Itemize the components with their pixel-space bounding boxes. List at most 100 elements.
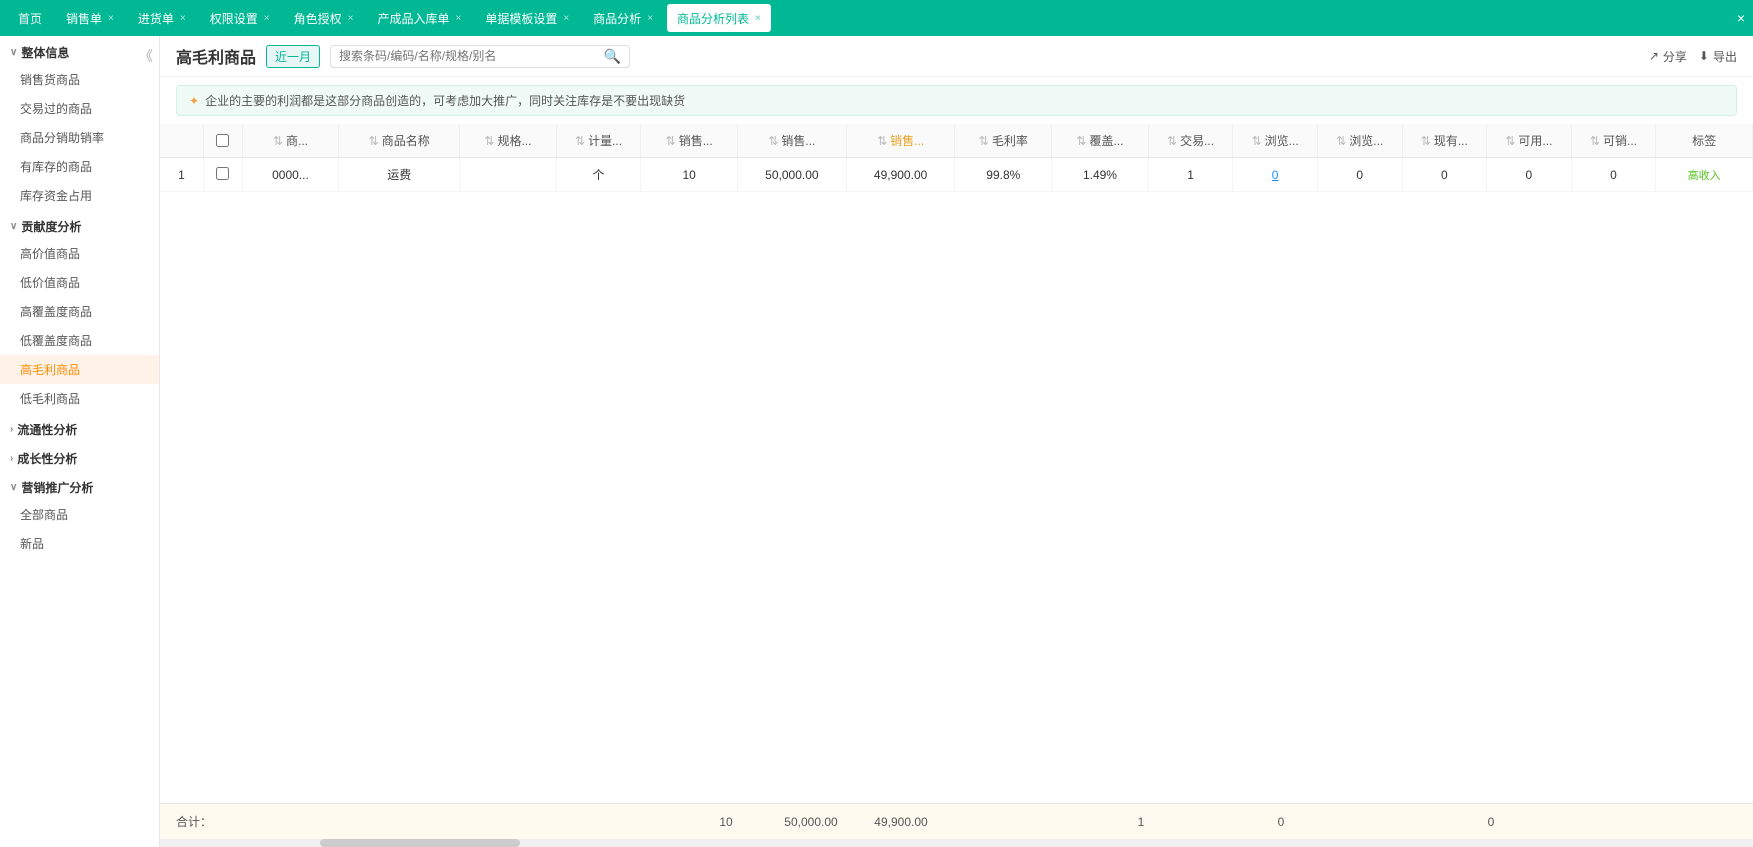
tab-sales-label: 销售单 xyxy=(66,10,102,27)
tab-purchase-label: 进货单 xyxy=(138,10,174,27)
sidebar-group-overall[interactable]: ∨ 整体信息 xyxy=(0,36,159,65)
table-row: 1 0000... 运费 个 10 50,000.00 49,900.00 99… xyxy=(160,158,1753,192)
col-sellable[interactable]: ⇅可销... xyxy=(1571,124,1656,158)
cell-sellable: 0 xyxy=(1571,158,1656,192)
close-purchase-icon[interactable]: × xyxy=(180,13,186,24)
data-table: ⇅商... ⇅商品名称 ⇅规格... ⇅计量... ⇅销售... ⇅销售... … xyxy=(160,124,1753,192)
sidebar-item-sales-goods[interactable]: 销售货商品 xyxy=(0,65,159,94)
tag-badge: 高收入 xyxy=(1688,170,1721,182)
tab-template[interactable]: 单据模板设置 × xyxy=(475,4,579,32)
close-sales-icon[interactable]: × xyxy=(108,13,114,24)
col-trade[interactable]: ⇅交易... xyxy=(1148,124,1233,158)
sidebar-item-new-goods[interactable]: 新品 xyxy=(0,529,159,558)
footer-trade: 1 xyxy=(1106,815,1176,829)
close-product-inbound-icon[interactable]: × xyxy=(455,13,461,24)
sidebar-item-all-goods[interactable]: 全部商品 xyxy=(0,500,159,529)
col-sales-amt2[interactable]: ⇅销售... xyxy=(846,124,955,158)
col-code[interactable]: ⇅商... xyxy=(242,124,339,158)
close-all-button[interactable]: × xyxy=(1737,10,1745,26)
select-all-checkbox[interactable] xyxy=(216,134,229,147)
sidebar-group-marketing[interactable]: ∨ 营销推广分析 xyxy=(0,471,159,500)
table-container[interactable]: ⇅商... ⇅商品名称 ⇅规格... ⇅计量... ⇅销售... ⇅销售... … xyxy=(160,124,1753,803)
close-analysis-list-icon[interactable]: × xyxy=(755,13,761,24)
search-icon[interactable]: 🔍 xyxy=(604,48,621,65)
tab-home-label: 首页 xyxy=(18,10,42,27)
col-tag[interactable]: 标签 xyxy=(1656,124,1753,158)
export-button[interactable]: ⬇ 导出 xyxy=(1699,48,1737,65)
content-area: 高毛利商品 近一月 🔍 ↗ 分享 ⬇ 导出 ✦ 企业的主要的利润都是这部分商品创… xyxy=(160,36,1753,847)
table-header-row: ⇅商... ⇅商品名称 ⇅规格... ⇅计量... ⇅销售... ⇅销售... … xyxy=(160,124,1753,158)
sidebar-group-contribution-label: 贡献度分析 xyxy=(21,218,81,235)
col-unit[interactable]: ⇅计量... xyxy=(556,124,641,158)
sort-icon-spec: ⇅ xyxy=(484,134,494,148)
tab-template-label: 单据模板设置 xyxy=(485,10,557,27)
share-button[interactable]: ↗ 分享 xyxy=(1649,48,1687,65)
tab-role[interactable]: 角色授权 × xyxy=(284,4,364,32)
cell-browse2: 0 xyxy=(1317,158,1402,192)
sidebar-group-growth[interactable]: › 成长性分析 xyxy=(0,442,159,471)
col-browse2[interactable]: ⇅浏览... xyxy=(1317,124,1402,158)
footer-total-bar: 合计： 10 50,000.00 49,900.00 1 0 0 xyxy=(160,803,1753,839)
sidebar-item-stocked-goods[interactable]: 有库存的商品 xyxy=(0,152,159,181)
sort-icon: ⇅ xyxy=(273,134,283,148)
horizontal-scrollbar[interactable] xyxy=(160,839,1753,847)
main-layout: 《 ∨ 整体信息 销售货商品 交易过的商品 商品分销助销率 有库存的商品 库存资… xyxy=(0,36,1753,847)
export-icon: ⬇ xyxy=(1699,49,1709,63)
cell-browse1[interactable]: 0 xyxy=(1233,158,1318,192)
col-current[interactable]: ⇅现有... xyxy=(1402,124,1487,158)
col-browse1[interactable]: ⇅浏览... xyxy=(1233,124,1318,158)
cell-sales-amt2: 49,900.00 xyxy=(846,158,955,192)
sidebar-item-high-margin[interactable]: 高毛利商品 xyxy=(0,355,159,384)
col-coverage[interactable]: ⇅覆盖... xyxy=(1052,124,1149,158)
sidebar-item-stock-capital[interactable]: 库存资金占用 xyxy=(0,181,159,210)
sidebar-item-low-margin[interactable]: 低毛利商品 xyxy=(0,384,159,413)
sidebar: 《 ∨ 整体信息 销售货商品 交易过的商品 商品分销助销率 有库存的商品 库存资… xyxy=(0,36,160,847)
cell-current: 0 xyxy=(1402,158,1487,192)
sidebar-group-contribution[interactable]: ∨ 贡献度分析 xyxy=(0,210,159,239)
col-spec[interactable]: ⇅规格... xyxy=(460,124,557,158)
scroll-thumb[interactable] xyxy=(320,839,520,847)
tab-product-inbound[interactable]: 产成品入库单 × xyxy=(367,4,471,32)
tab-analysis[interactable]: 商品分析 × xyxy=(583,4,663,32)
search-input[interactable] xyxy=(339,49,598,63)
close-analysis-icon[interactable]: × xyxy=(647,13,653,24)
sort-icon-unit: ⇅ xyxy=(575,134,585,148)
close-role-icon[interactable]: × xyxy=(348,13,354,24)
row-checkbox[interactable] xyxy=(216,167,229,180)
col-gross-rate[interactable]: ⇅毛利率 xyxy=(955,124,1052,158)
col-sales-amt[interactable]: ⇅销售... xyxy=(738,124,847,158)
sidebar-item-low-value[interactable]: 低价值商品 xyxy=(0,268,159,297)
filter-month-button[interactable]: 近一月 xyxy=(266,45,320,68)
sidebar-item-high-value[interactable]: 高价值商品 xyxy=(0,239,159,268)
cell-code: 0000... xyxy=(242,158,339,192)
close-permission-icon[interactable]: × xyxy=(264,13,270,24)
footer-browse2: 0 xyxy=(1246,815,1316,829)
sidebar-collapse-button[interactable]: 《 xyxy=(139,46,153,66)
col-available[interactable]: ⇅可用... xyxy=(1487,124,1572,158)
sidebar-item-traded-goods[interactable]: 交易过的商品 xyxy=(0,94,159,123)
cell-checkbox[interactable] xyxy=(203,158,242,192)
sidebar-item-low-coverage[interactable]: 低覆盖度商品 xyxy=(0,326,159,355)
arrow-overall-icon: ∨ xyxy=(10,47,17,58)
sort-icon-sellable: ⇅ xyxy=(1590,134,1600,148)
sidebar-item-distribution-rate[interactable]: 商品分销助销率 xyxy=(0,123,159,152)
col-name[interactable]: ⇅商品名称 xyxy=(339,124,460,158)
tab-purchase[interactable]: 进货单 × xyxy=(128,4,196,32)
tab-permission[interactable]: 权限设置 × xyxy=(200,4,280,32)
tab-analysis-list[interactable]: 商品分析列表 × xyxy=(667,4,771,32)
tab-home[interactable]: 首页 xyxy=(8,4,52,32)
cell-name: 运费 xyxy=(339,158,460,192)
cell-coverage: 1.49% xyxy=(1052,158,1149,192)
sidebar-item-high-coverage[interactable]: 高覆盖度商品 xyxy=(0,297,159,326)
tab-analysis-list-label: 商品分析列表 xyxy=(677,10,749,27)
cell-sales-qty: 10 xyxy=(641,158,738,192)
cell-gross-rate: 99.8% xyxy=(955,158,1052,192)
cell-tag: 高收入 xyxy=(1656,158,1753,192)
tab-sales[interactable]: 销售单 × xyxy=(56,4,124,32)
col-sales-qty[interactable]: ⇅销售... xyxy=(641,124,738,158)
close-template-icon[interactable]: × xyxy=(563,13,569,24)
tab-role-label: 角色授权 xyxy=(294,10,342,27)
col-checkbox[interactable] xyxy=(203,124,242,158)
browse1-link[interactable]: 0 xyxy=(1272,168,1279,182)
sidebar-group-liquidity[interactable]: › 流通性分析 xyxy=(0,413,159,442)
